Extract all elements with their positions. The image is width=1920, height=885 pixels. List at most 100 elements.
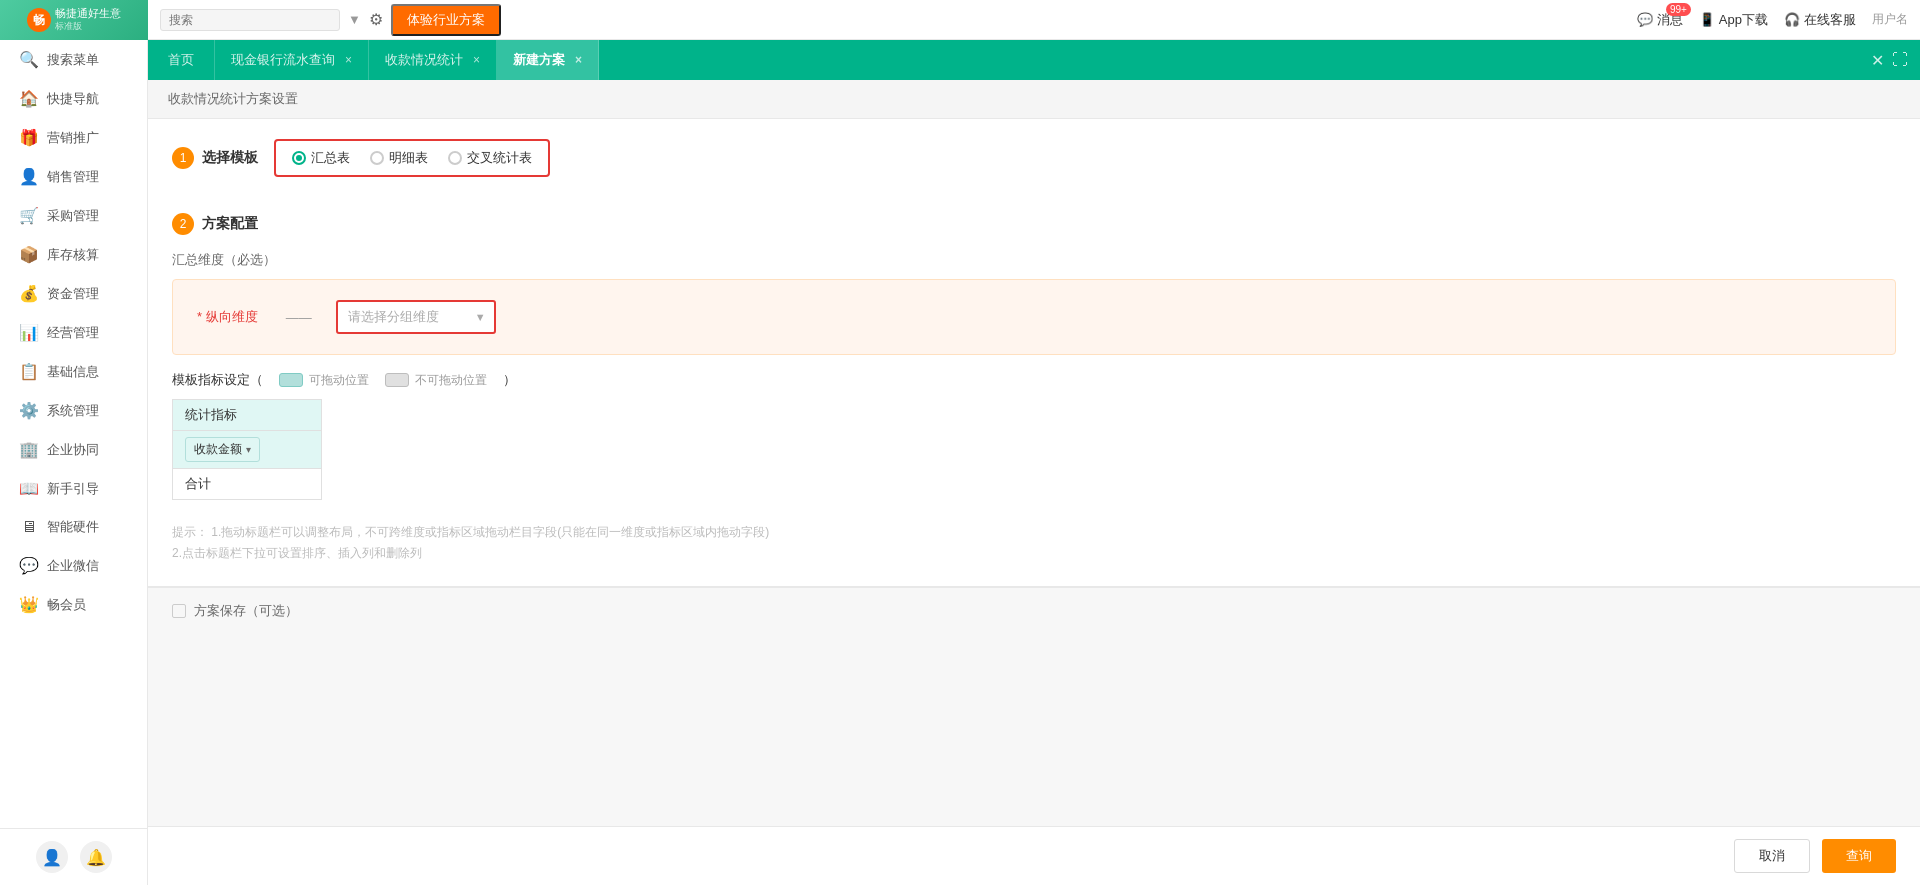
sidebar-label-system: 系统管理 xyxy=(47,402,99,420)
tip-1: 提示： 1.拖动标题栏可以调整布局，不可跨维度或指标区域拖动栏目字段(只能在同一… xyxy=(172,524,1896,541)
dimension-section-label: 汇总维度（必选） xyxy=(172,251,1896,269)
sidebar-item-basic[interactable]: 📋 基础信息 xyxy=(0,352,147,391)
sidebar-label-hardware: 智能硬件 xyxy=(47,518,99,536)
maximize-icon[interactable]: ⛶ xyxy=(1892,51,1908,69)
tab-collection-stats[interactable]: 收款情况统计 × xyxy=(369,40,497,80)
sidebar-item-marketing[interactable]: 🎁 营销推广 xyxy=(0,118,147,157)
save-option-label: 方案保存（可选） xyxy=(194,602,298,620)
sidebar-bottom-icon-1[interactable]: 👤 xyxy=(36,841,68,873)
tab-bank-flow[interactable]: 现金银行流水查询 × xyxy=(215,40,369,80)
radio-dot-summary xyxy=(292,151,306,165)
tip-2: 2.点击标题栏下拉可设置排序、插入列和删除列 xyxy=(172,545,1896,562)
headset-icon: 🎧 xyxy=(1784,12,1800,27)
draggable-indicator xyxy=(279,373,303,387)
tab-close-new-plan[interactable]: × xyxy=(575,53,582,67)
sidebar-label-sales: 销售管理 xyxy=(47,168,99,186)
hint-undraggable: 不可拖动位置 xyxy=(385,372,487,389)
tab-home[interactable]: 首页 xyxy=(148,40,215,80)
sidebar-label-search-menu: 搜索菜单 xyxy=(47,51,99,69)
step2-section: 2 方案配置 汇总维度（必选） * 纵向维度 —— 请选择分组维度 ▼ xyxy=(148,213,1920,586)
sidebar-icon-hardware: 🖥 xyxy=(19,518,39,536)
tab-label-bank-flow: 现金银行流水查询 xyxy=(231,51,335,69)
tab-bar: 首页现金银行流水查询×收款情况统计×新建方案× ✕ ⛶ xyxy=(148,40,1920,80)
search-dropdown-icon[interactable]: ▼ xyxy=(348,12,361,27)
sidebar-label-marketing: 营销推广 xyxy=(47,129,99,147)
bottom-action-bar: 取消 查询 xyxy=(148,826,1920,885)
template-radio-group: 汇总表 明细表 交叉统计表 xyxy=(274,139,550,177)
user-info[interactable]: 用户名 xyxy=(1872,11,1908,28)
sidebar-item-purchase[interactable]: 🛒 采购管理 xyxy=(0,196,147,235)
sidebar-label-inventory: 库存核算 xyxy=(47,246,99,264)
vertical-label: * 纵向维度 xyxy=(197,308,258,326)
message-icon: 💬 xyxy=(1637,12,1653,27)
step1-label: 选择模板 xyxy=(202,149,258,167)
sidebar-bottom-icon-2[interactable]: 🔔 xyxy=(80,841,112,873)
sidebar-item-hardware[interactable]: 🖥 智能硬件 xyxy=(0,508,147,546)
radio-dot-detail xyxy=(370,151,384,165)
sidebar-icon-search-menu: 🔍 xyxy=(19,50,39,69)
sidebar-icon-operation: 📊 xyxy=(19,323,39,342)
sidebar-icon-marketing: 🎁 xyxy=(19,128,39,147)
sidebar-label-quick-nav: 快捷导航 xyxy=(47,90,99,108)
download-button[interactable]: 📱 App下载 xyxy=(1699,11,1768,29)
dimension-select[interactable]: 请选择分组维度 ▼ xyxy=(336,300,496,334)
sidebar-item-enterprise[interactable]: 🏢 企业协同 xyxy=(0,430,147,469)
service-button[interactable]: 🎧 在线客服 xyxy=(1784,11,1856,29)
tab-close-bank-flow[interactable]: × xyxy=(345,53,352,67)
service-label: 在线客服 xyxy=(1804,11,1856,29)
sidebar-label-purchase: 采购管理 xyxy=(47,207,99,225)
sidebar-icon-basic: 📋 xyxy=(19,362,39,381)
sidebar-item-sales[interactable]: 👤 销售管理 xyxy=(0,157,147,196)
tag-chevron-icon: ▾ xyxy=(246,444,251,455)
dimension-area: * 纵向维度 —— 请选择分组维度 ▼ xyxy=(172,279,1896,355)
close-window-icon[interactable]: ✕ xyxy=(1871,51,1884,70)
sidebar-item-guide[interactable]: 📖 新手引导 xyxy=(0,469,147,508)
metrics-tag-amount[interactable]: 收款金额 ▾ xyxy=(185,437,260,462)
sidebar-label-enterprise: 企业协同 xyxy=(47,441,99,459)
page-content: 收款情况统计方案设置 1 选择模板 汇总表 明细表 xyxy=(148,80,1920,826)
message-badge: 99+ xyxy=(1666,3,1691,16)
metrics-cell-total: 合计 xyxy=(173,469,321,499)
message-button[interactable]: 💬 消息 99+ xyxy=(1637,11,1683,29)
sidebar-item-system[interactable]: ⚙️ 系统管理 xyxy=(0,391,147,430)
trial-button[interactable]: 体验行业方案 xyxy=(391,4,501,36)
settings-icon[interactable]: ⚙ xyxy=(369,10,383,29)
cancel-button[interactable]: 取消 xyxy=(1734,839,1810,873)
sidebar-label-member: 畅会员 xyxy=(47,596,86,614)
step1-num: 1 xyxy=(172,147,194,169)
sidebar-item-inventory[interactable]: 📦 库存核算 xyxy=(0,235,147,274)
query-button[interactable]: 查询 xyxy=(1822,839,1896,873)
sidebar-icon-wechat: 💬 xyxy=(19,556,39,575)
sidebar-item-search-menu[interactable]: 🔍 搜索菜单 xyxy=(0,40,147,79)
sidebar-item-wechat[interactable]: 💬 企业微信 xyxy=(0,546,147,585)
radio-cross[interactable]: 交叉统计表 xyxy=(448,149,532,167)
metrics-table: 统计指标 收款金额 ▾ 合计 xyxy=(172,399,322,500)
step2-label: 方案配置 xyxy=(202,215,258,233)
save-option-row: 方案保存（可选） xyxy=(148,587,1920,634)
breadcrumb: 收款情况统计方案设置 xyxy=(148,80,1920,119)
sidebar-icon-finance: 💰 xyxy=(19,284,39,303)
tab-label-collection-stats: 收款情况统计 xyxy=(385,51,463,69)
tab-new-plan[interactable]: 新建方案× xyxy=(497,40,599,80)
select-chevron-icon: ▼ xyxy=(475,311,486,323)
sidebar-icon-purchase: 🛒 xyxy=(19,206,39,225)
radio-detail[interactable]: 明细表 xyxy=(370,149,428,167)
sidebar-item-member[interactable]: 👑 畅会员 xyxy=(0,585,147,624)
sidebar-item-operation[interactable]: 📊 经营管理 xyxy=(0,313,147,352)
tab-close-collection-stats[interactable]: × xyxy=(473,53,480,67)
search-input[interactable] xyxy=(160,9,340,31)
sidebar-label-guide: 新手引导 xyxy=(47,480,99,498)
download-icon: 📱 xyxy=(1699,12,1715,27)
sidebar-label-operation: 经营管理 xyxy=(47,324,99,342)
save-checkbox[interactable] xyxy=(172,604,186,618)
sidebar-label-basic: 基础信息 xyxy=(47,363,99,381)
metrics-hint-row: 模板指标设定（ 可拖动位置 不可拖动位置 ） xyxy=(172,371,1896,389)
step1-section: 1 选择模板 汇总表 明细表 交叉统计表 xyxy=(148,119,1920,213)
arrow-icon: —— xyxy=(286,310,312,325)
sidebar-label-wechat: 企业微信 xyxy=(47,557,99,575)
sidebar-item-finance[interactable]: 💰 资金管理 xyxy=(0,274,147,313)
sidebar-item-quick-nav[interactable]: 🏠 快捷导航 xyxy=(0,79,147,118)
undraggable-indicator xyxy=(385,373,409,387)
sidebar-icon-member: 👑 xyxy=(19,595,39,614)
radio-summary[interactable]: 汇总表 xyxy=(292,149,350,167)
